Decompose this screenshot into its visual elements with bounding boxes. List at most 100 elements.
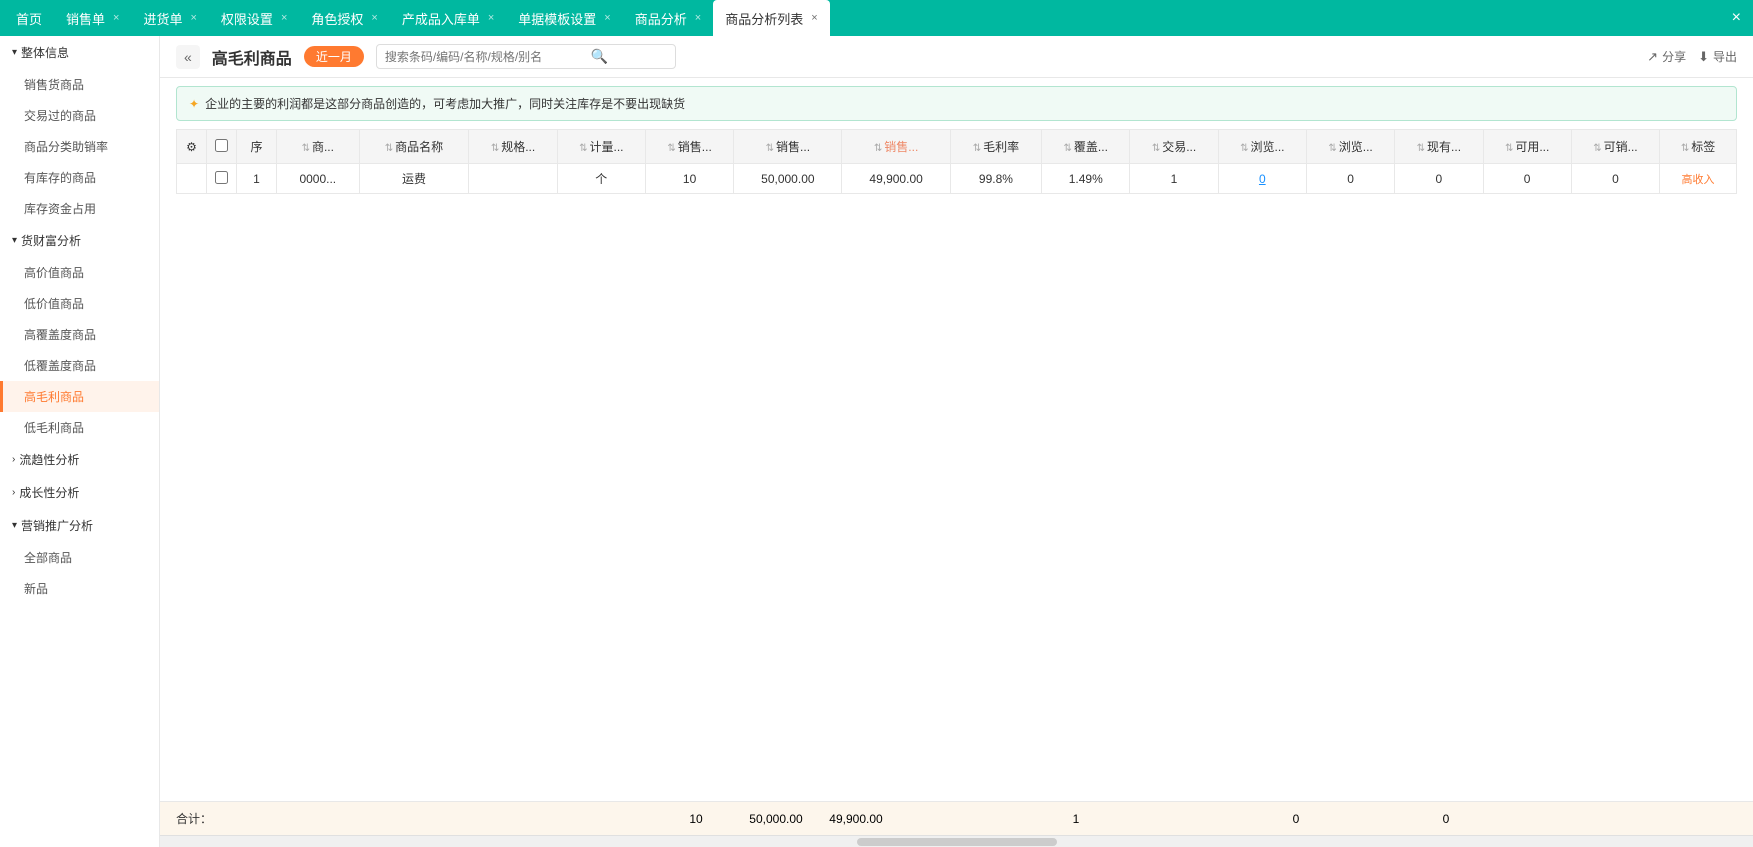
col-header-stock-available[interactable]: ⇅可用...: [1483, 130, 1571, 164]
cell-sales-qty-0: 10: [645, 164, 733, 194]
col-header-sales-qty[interactable]: ⇅销售...: [645, 130, 733, 164]
cell-checkbox-0[interactable]: [207, 164, 237, 194]
sidebar-item-in-stock[interactable]: 有库存的商品: [0, 162, 159, 193]
cell-sales-amount-0: 50,000.00: [734, 164, 842, 194]
nav-close-sales-order[interactable]: ×: [113, 12, 119, 24]
nav-product-inbound[interactable]: 产成品入库单 ×: [390, 0, 506, 36]
sidebar-collapse-button[interactable]: «: [176, 45, 200, 69]
sidebar-item-all-goods[interactable]: 全部商品: [0, 542, 159, 573]
sidebar: ▾ 整体信息 销售货商品 交易过的商品 商品分类助销率 有库存的商品 库存资金占…: [0, 36, 160, 847]
sidebar-item-high-margin[interactable]: 高毛利商品: [0, 381, 159, 412]
col-header-stock-current[interactable]: ⇅现有...: [1395, 130, 1483, 164]
export-icon: ⬇: [1698, 49, 1709, 65]
col-header-sales-amount[interactable]: ⇅销售...: [734, 130, 842, 164]
col-header-settings[interactable]: ⚙: [177, 130, 207, 164]
nav-product-analysis[interactable]: 商品分析 ×: [623, 0, 713, 36]
nav-close-role-auth[interactable]: ×: [371, 12, 377, 24]
cell-transactions-0: 1: [1130, 164, 1218, 194]
col-header-views1[interactable]: ⇅浏览...: [1218, 130, 1306, 164]
col-header-gross-margin[interactable]: ⇅毛利率: [950, 130, 1041, 164]
search-input[interactable]: [385, 50, 585, 64]
col-header-code[interactable]: ⇅商...: [277, 130, 360, 164]
sidebar-group-wealth[interactable]: ▾ 货财富分析: [0, 224, 159, 257]
cell-settings-0: [177, 164, 207, 194]
search-box-container: 🔍: [376, 44, 676, 69]
sidebar-item-low-coverage[interactable]: 低覆盖度商品: [0, 350, 159, 381]
arrow-growth: ›: [12, 487, 15, 498]
row-checkbox-0[interactable]: [215, 171, 228, 184]
col-header-name[interactable]: ⇅商品名称: [359, 130, 469, 164]
col-header-unit[interactable]: ⇅计量...: [557, 130, 645, 164]
cell-stock-available-0: 0: [1483, 164, 1571, 194]
table-header-row: ⚙ 序 ⇅商... ⇅商品名称 ⇅规格... ⇅计量... ⇅销售... ⇅销售…: [177, 130, 1737, 164]
cell-spec-0: [469, 164, 557, 194]
col-header-views2[interactable]: ⇅浏览...: [1306, 130, 1394, 164]
table-container: ⚙ 序 ⇅商... ⇅商品名称 ⇅规格... ⇅计量... ⇅销售... ⇅销售…: [160, 129, 1753, 801]
cell-name-0: 运费: [359, 164, 469, 194]
top-nav: 首页 销售单 × 进货单 × 权限设置 × 角色授权 × 产成品入库单 × 单据…: [0, 0, 1753, 36]
sidebar-item-high-value[interactable]: 高价值商品: [0, 257, 159, 288]
sidebar-item-traded-goods[interactable]: 交易过的商品: [0, 100, 159, 131]
nav-purchase-order[interactable]: 进货单 ×: [131, 0, 208, 36]
scrollbar-thumb[interactable]: [857, 838, 1057, 846]
sidebar-group-overall-items: 销售货商品 交易过的商品 商品分类助销率 有库存的商品 库存资金占用: [0, 69, 159, 224]
sidebar-group-marketing-items: 全部商品 新品: [0, 542, 159, 604]
footer-sales-amount: 50,000.00: [736, 812, 816, 826]
sidebar-item-high-coverage[interactable]: 高覆盖度商品: [0, 319, 159, 350]
share-icon: ↗: [1647, 49, 1658, 65]
cell-stock-sellable-0: 0: [1571, 164, 1659, 194]
content-area: « 高毛利商品 近一月 🔍 ↗ 分享 ⬇ 导出 ✦ 企业的主要的利润都是这部: [160, 36, 1753, 847]
horizontal-scrollbar[interactable]: [160, 835, 1753, 847]
nav-product-analysis-list[interactable]: 商品分析列表 ×: [713, 0, 829, 36]
sidebar-item-low-value[interactable]: 低价值商品: [0, 288, 159, 319]
nav-close-product-analysis-list[interactable]: ×: [811, 12, 817, 24]
cell-views1-0[interactable]: 0: [1218, 164, 1306, 194]
col-header-spec[interactable]: ⇅规格...: [469, 130, 557, 164]
nav-template-settings[interactable]: 单据模板设置 ×: [506, 0, 622, 36]
nav-permission-settings[interactable]: 权限设置 ×: [209, 0, 299, 36]
nav-sales-order[interactable]: 销售单 ×: [54, 0, 131, 36]
sidebar-group-marketing[interactable]: ▾ 营销推广分析: [0, 509, 159, 542]
share-button[interactable]: ↗ 分享: [1647, 48, 1686, 65]
arrow-wealth: ▾: [12, 235, 17, 246]
col-header-tag[interactable]: ⇅标签: [1660, 130, 1737, 164]
cell-views2-0: 0: [1306, 164, 1394, 194]
col-header-transactions[interactable]: ⇅交易...: [1130, 130, 1218, 164]
cell-coverage-0: 1.49%: [1042, 164, 1130, 194]
export-button[interactable]: ⬇ 导出: [1698, 48, 1737, 65]
col-header-sales-profit[interactable]: ⇅销售...: [842, 130, 950, 164]
info-icon: ✦: [189, 97, 199, 111]
cell-sales-profit-0: 49,900.00: [842, 164, 950, 194]
cell-stock-current-0: 0: [1395, 164, 1483, 194]
sidebar-item-sales-goods[interactable]: 销售货商品: [0, 69, 159, 100]
nav-close-template[interactable]: ×: [604, 12, 610, 24]
table-row: 1 0000... 运费 个 10 50,000.00 49,900.00 99…: [177, 164, 1737, 194]
content-header: « 高毛利商品 近一月 🔍 ↗ 分享 ⬇ 导出: [160, 36, 1753, 78]
search-icon[interactable]: 🔍: [591, 48, 608, 65]
cell-gross-margin-0: 99.8%: [950, 164, 1041, 194]
col-header-checkbox[interactable]: [207, 130, 237, 164]
nav-close-purchase-order[interactable]: ×: [190, 12, 196, 24]
nav-close-permission[interactable]: ×: [281, 12, 287, 24]
col-header-stock-sellable[interactable]: ⇅可销...: [1571, 130, 1659, 164]
sidebar-item-stock-capital[interactable]: 库存资金占用: [0, 193, 159, 224]
sidebar-item-low-margin[interactable]: 低毛利商品: [0, 412, 159, 443]
filter-recent-month-button[interactable]: 近一月: [304, 46, 364, 67]
nav-close-product-analysis[interactable]: ×: [695, 12, 701, 24]
sidebar-item-new-goods[interactable]: 新品: [0, 573, 159, 604]
sidebar-item-category-rate[interactable]: 商品分类助销率: [0, 131, 159, 162]
sidebar-group-growth[interactable]: › 成长性分析: [0, 476, 159, 509]
nav-close-product-inbound[interactable]: ×: [488, 12, 494, 24]
nav-close-all[interactable]: ×: [1724, 9, 1749, 27]
footer-stock-current: 0: [1256, 812, 1336, 826]
nav-home[interactable]: 首页: [4, 0, 54, 36]
select-all-checkbox[interactable]: [215, 139, 228, 152]
footer-total: 合计： 10 50,000.00 49,900.00 1 0: [160, 801, 1753, 835]
arrow-overall: ▾: [12, 47, 17, 58]
footer-sales-qty: 10: [656, 812, 736, 826]
arrow-marketing: ▾: [12, 520, 17, 531]
sidebar-group-trend[interactable]: › 流趋性分析: [0, 443, 159, 476]
nav-role-auth[interactable]: 角色授权 ×: [299, 0, 389, 36]
col-header-coverage[interactable]: ⇅覆盖...: [1042, 130, 1130, 164]
sidebar-group-overall[interactable]: ▾ 整体信息: [0, 36, 159, 69]
